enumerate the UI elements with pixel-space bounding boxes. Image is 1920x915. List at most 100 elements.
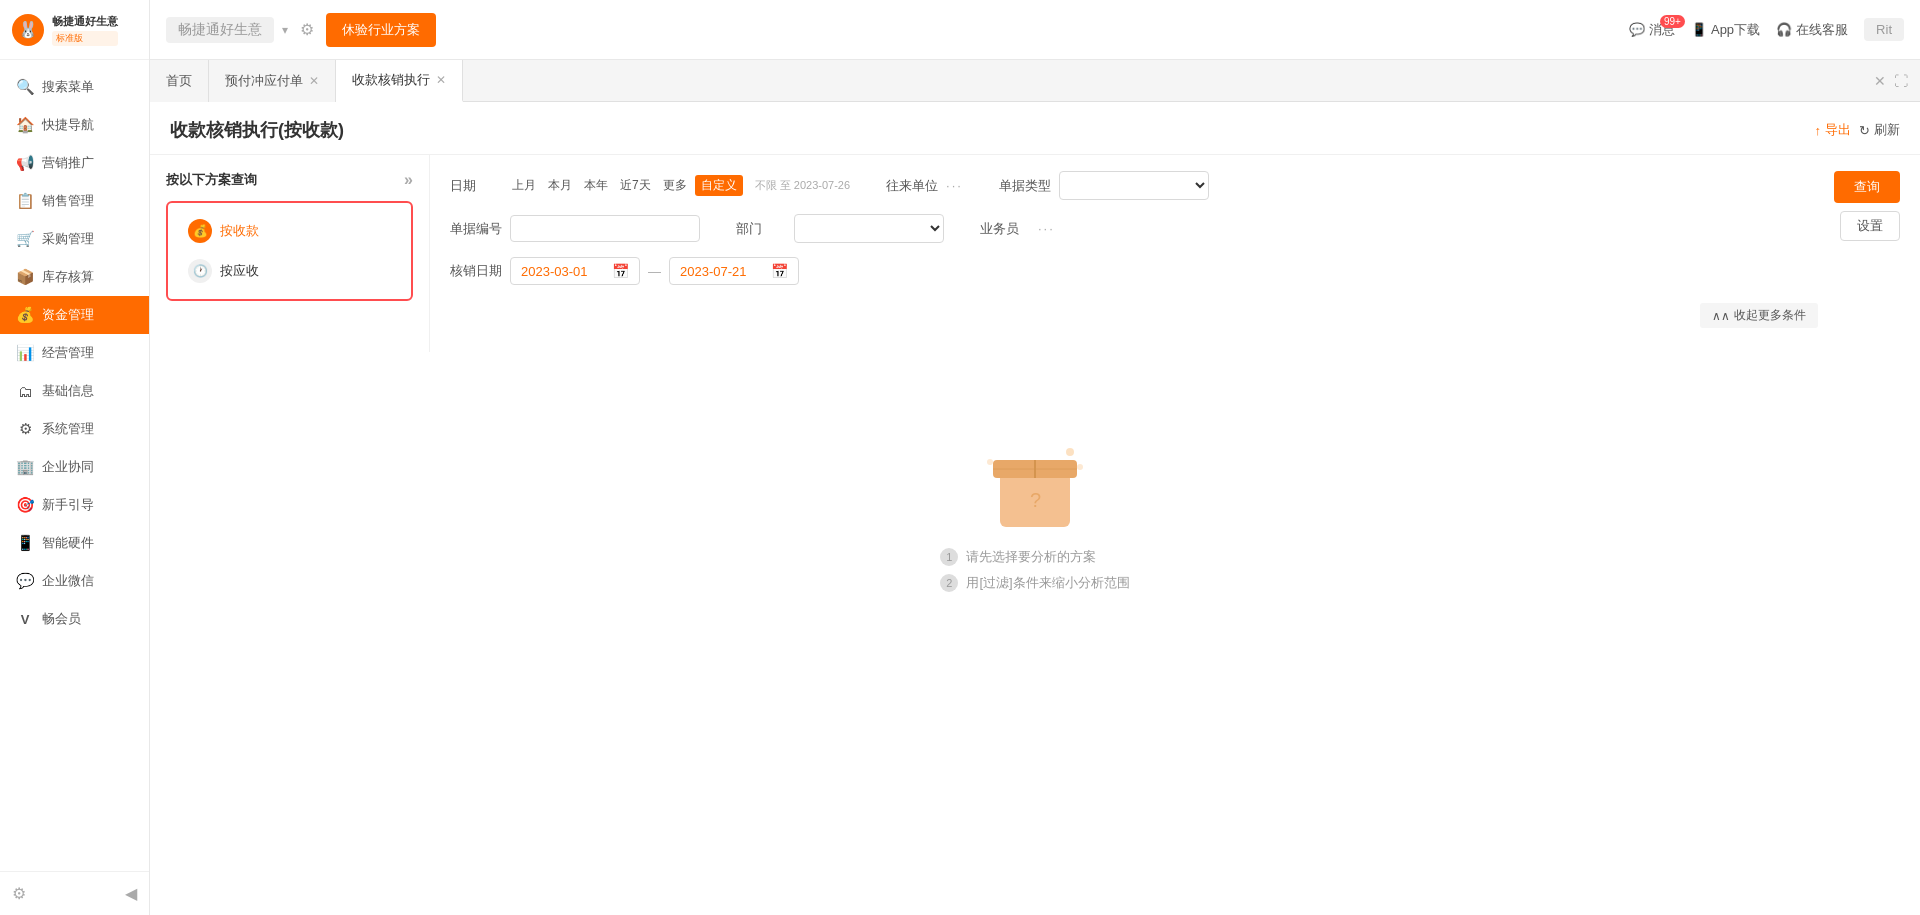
finance-icon: 💰 (16, 306, 34, 324)
sidebar-item-inventory[interactable]: 📦 库存核算 (0, 258, 149, 296)
filter-date-buttons: 上月 本月 本年 近7天 更多 自定义 (508, 175, 743, 196)
sidebar-item-guide[interactable]: 🎯 新手引导 (0, 486, 149, 524)
sidebar: 🐰 畅捷通好生意 标准版 🔍 搜索菜单 🏠 快捷导航 📢 营销推广 📋 销售管理… (0, 0, 150, 915)
sidebar-item-wecom[interactable]: 💬 企业微信 (0, 562, 149, 600)
tabbar-close-all-button[interactable]: ✕ (1874, 73, 1886, 89)
sidebar-item-sales[interactable]: 📋 销售管理 (0, 182, 149, 220)
filter-docno-group: 单据编号 (450, 215, 700, 242)
page-header: 收款核销执行(按收款) ↑ 导出 ↻ 刷新 (150, 102, 1920, 155)
topbar: 畅捷通好生意 ▾ ⚙ 休验行业方案 💬 消息 99+ 📱 App下载 🎧 在线客… (150, 0, 1920, 60)
sidebar-item-basic[interactable]: 🗂 基础信息 (0, 372, 149, 410)
tab-receipt-offset-label: 收款核销执行 (352, 71, 430, 89)
tab-prepay[interactable]: 预付冲应付单 ✕ (209, 60, 336, 102)
empty-state: ? 1 请先选择要分析的方案 2 用[过滤]条件来缩小分析范围 (150, 352, 1920, 672)
filter-form-area: 日期 上月 本月 本年 近7天 更多 自定义 (430, 155, 1900, 352)
docno-input[interactable] (510, 215, 700, 242)
filter-area: 按以下方案查询 » 💰 按收款 🕐 按应收 (150, 155, 1920, 352)
verify-date-start-calendar-icon[interactable]: 📅 (612, 263, 629, 279)
settings-footer-icon[interactable]: ⚙ (12, 884, 26, 903)
solution-button[interactable]: 休验行业方案 (326, 13, 436, 47)
verify-date-label: 核销日期 (450, 262, 502, 280)
filter-option-by-receivable[interactable]: 🕐 按应收 (176, 251, 403, 291)
enterprise-icon: 🏢 (16, 458, 34, 476)
sidebar-item-purchase[interactable]: 🛒 采购管理 (0, 220, 149, 258)
topbar-online-service[interactable]: 🎧 在线客服 (1776, 21, 1848, 39)
date-btn-7days[interactable]: 近7天 (616, 175, 655, 196)
tab-home[interactable]: 首页 (150, 60, 209, 102)
sidebar-item-quicknav[interactable]: 🏠 快捷导航 (0, 106, 149, 144)
refresh-button[interactable]: ↻ 刷新 (1859, 121, 1900, 139)
topbar-breadcrumb: 畅捷通好生意 (166, 17, 274, 43)
verify-date-start-value: 2023-03-01 (521, 264, 588, 279)
tab-receipt-offset-close-icon[interactable]: ✕ (436, 73, 446, 87)
date-hint-area: 不限 至 2023-07-26 (755, 178, 850, 193)
basic-icon: 🗂 (16, 382, 34, 400)
filter-form-row-wrapper: 日期 上月 本月 本年 近7天 更多 自定义 (430, 155, 1900, 352)
topbar-app-download[interactable]: 📱 App下载 (1691, 21, 1760, 39)
sidebar-item-operation[interactable]: 📊 经营管理 (0, 334, 149, 372)
date-btn-this-month[interactable]: 本月 (544, 175, 576, 196)
dept-label: 部门 (736, 220, 786, 238)
collapse-more-button[interactable]: ∧∧ 收起更多条件 (1700, 303, 1818, 328)
page-title: 收款核销执行(按收款) (170, 118, 344, 142)
topbar-chevron-icon[interactable]: ▾ (282, 23, 288, 37)
tabbar: 首页 预付冲应付单 ✕ 收款核销执行 ✕ ✕ ⛶ (150, 60, 1920, 102)
sidebar-menu: 🔍 搜索菜单 🏠 快捷导航 📢 营销推广 📋 销售管理 🛒 采购管理 📦 库存核… (0, 60, 149, 871)
search-icon: 🔍 (16, 78, 34, 96)
marketing-icon: 📢 (16, 154, 34, 172)
empty-text: 1 请先选择要分析的方案 2 用[过滤]条件来缩小分析范围 (940, 548, 1129, 592)
message-icon: 💬 (1629, 22, 1645, 37)
main-area: 畅捷通好生意 ▾ ⚙ 休验行业方案 💬 消息 99+ 📱 App下载 🎧 在线客… (150, 0, 1920, 915)
operation-icon: 📊 (16, 344, 34, 362)
topbar-user-name[interactable]: Rit (1864, 18, 1904, 41)
salesperson-label: 业务员 (980, 220, 1030, 238)
export-button[interactable]: ↑ 导出 (1815, 121, 1852, 139)
sidebar-item-finance[interactable]: 💰 资金管理 (0, 296, 149, 334)
member-icon: V (16, 610, 34, 628)
date-btn-this-year[interactable]: 本年 (580, 175, 612, 196)
date-btn-custom[interactable]: 自定义 (695, 175, 743, 196)
topbar-logo-area: 畅捷通好生意 ▾ (166, 17, 288, 43)
verify-date-start-input[interactable]: 2023-03-01 📅 (510, 257, 640, 285)
filter-option-by-receipt[interactable]: 💰 按收款 (176, 211, 403, 251)
tab-home-label: 首页 (166, 72, 192, 90)
page-content: 收款核销执行(按收款) ↑ 导出 ↻ 刷新 按以下方 (150, 102, 1920, 915)
settings-button[interactable]: 设置 (1840, 211, 1900, 241)
dept-select[interactable] (794, 214, 944, 243)
date-btn-more[interactable]: 更多 (659, 175, 691, 196)
tabbar-expand-button[interactable]: ⛶ (1894, 73, 1908, 89)
app-icon: 📱 (1691, 22, 1707, 37)
filter-sidebar-collapse-icon[interactable]: » (404, 171, 413, 189)
filter-form: 日期 上月 本月 本年 近7天 更多 自定义 (430, 155, 1818, 352)
sidebar-item-marketing[interactable]: 📢 营销推广 (0, 144, 149, 182)
doctype-select[interactable] (1059, 171, 1209, 200)
by-receivable-icon: 🕐 (188, 259, 212, 283)
verify-date-end-calendar-icon[interactable]: 📅 (771, 263, 788, 279)
verify-date-range: 2023-03-01 📅 — 2023-07-21 📅 (510, 257, 799, 285)
sidebar-item-system[interactable]: ⚙ 系统管理 (0, 410, 149, 448)
filter-sidebar-header: 按以下方案查询 » (166, 171, 413, 189)
sidebar-item-enterprise[interactable]: 🏢 企业协同 (0, 448, 149, 486)
sidebar-item-hardware[interactable]: 📱 智能硬件 (0, 524, 149, 562)
topbar-gear-icon[interactable]: ⚙ (300, 20, 314, 39)
date-btn-last-month[interactable]: 上月 (508, 175, 540, 196)
verify-date-end-value: 2023-07-21 (680, 264, 747, 279)
salesperson-more-icon[interactable]: ··· (1038, 221, 1055, 236)
empty-illustration: ? (975, 432, 1095, 532)
svg-text:?: ? (1030, 489, 1041, 511)
filter-actions: 查询 设置 (1818, 155, 1900, 241)
query-button[interactable]: 查询 (1834, 171, 1900, 203)
tab-prepay-close-icon[interactable]: ✕ (309, 74, 319, 88)
logo-icon: 🐰 (12, 14, 44, 46)
filter-row-2: 单据编号 部门 业务员 (450, 214, 1818, 243)
sidebar-item-member[interactable]: V 畅会员 (0, 600, 149, 638)
collapse-sidebar-icon[interactable]: ◀ (125, 884, 137, 903)
topbar-message[interactable]: 💬 消息 99+ (1629, 21, 1675, 39)
collapse-more-area: ∧∧ 收起更多条件 (450, 299, 1818, 336)
counterpart-more-icon[interactable]: ··· (946, 178, 963, 193)
tab-receipt-offset[interactable]: 收款核销执行 ✕ (336, 60, 463, 102)
counterpart-label: 往来单位 (886, 177, 938, 195)
home-icon: 🏠 (16, 116, 34, 134)
sidebar-item-search[interactable]: 🔍 搜索菜单 (0, 68, 149, 106)
verify-date-end-input[interactable]: 2023-07-21 📅 (669, 257, 799, 285)
